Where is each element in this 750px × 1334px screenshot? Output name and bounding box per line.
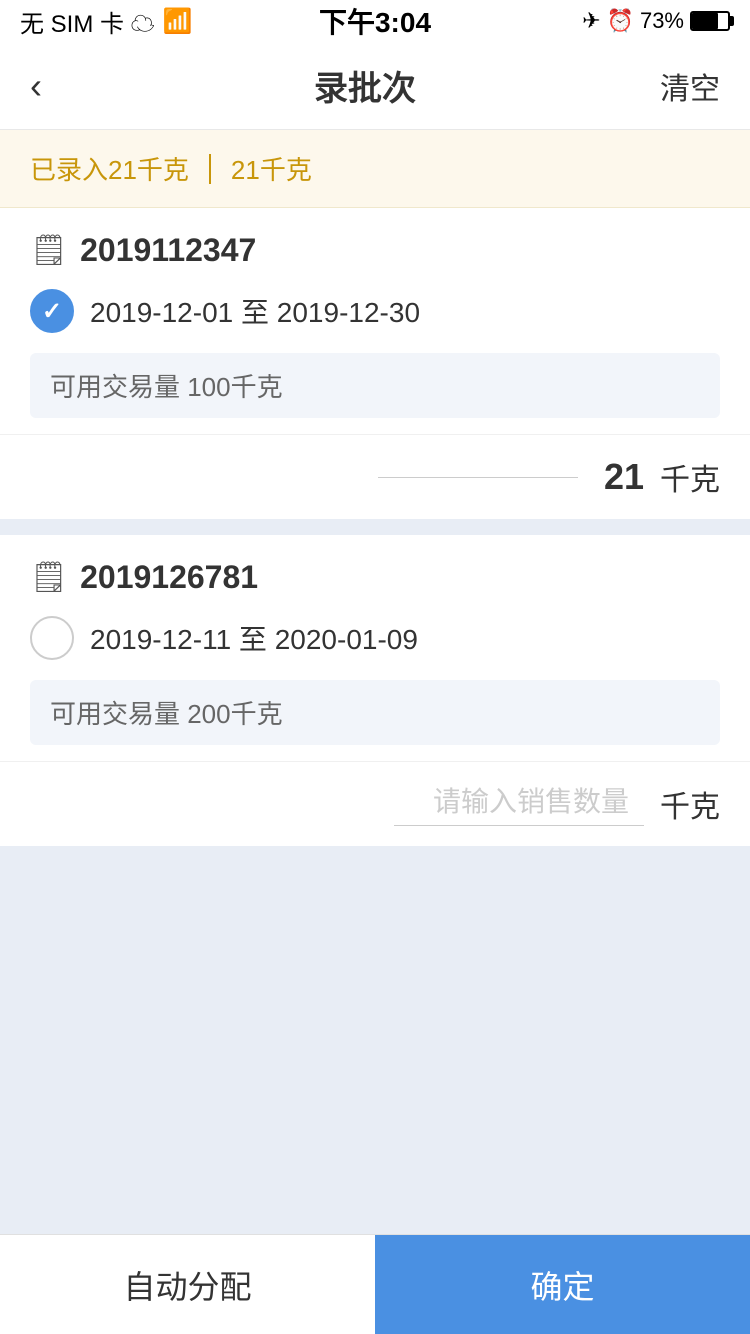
batch-doc-icon-1: 🗒 [30,233,68,268]
sales-quantity-input[interactable] [394,782,644,826]
batch-1-available-text: 可用交易量 100千克 [50,372,283,402]
batch-card-2: 🗒 2019126781 2019-12-11 至 2020-01-09 可用交… [0,535,750,846]
batch-1-available: 可用交易量 100千克 [30,353,720,418]
batch-2-id: 2019126781 [80,559,258,596]
location-icon: ✈ [582,8,600,34]
amount-label: 21千克 [231,150,312,187]
status-bar: 无 SIM 卡 ☁ 📶 下午3:04 ✈ ⏰ 73% [0,0,750,42]
no-sim-text: 无 SIM 卡 ☁ [20,4,155,39]
wifi-icon: 📶 [163,7,193,36]
batch-1-date-row[interactable]: ✓ 2019-12-01 至 2019-12-30 [0,279,750,343]
info-banner: 已录入21千克 21千克 [0,130,750,208]
batch-2-input-row[interactable]: 千克 [0,761,750,846]
status-left: 无 SIM 卡 ☁ 📶 [20,4,193,39]
battery-icon [690,11,730,31]
status-time: 下午3:04 [319,1,431,41]
batch-2-date-row[interactable]: 2019-12-11 至 2020-01-09 [0,606,750,670]
nav-bar: ‹ 录批次 清空 [0,42,750,130]
info-divider [209,154,211,184]
batch-2-unit: 千克 [660,782,720,826]
batch-1-quantity-value: 21 [604,456,644,498]
battery-percent: 73% [640,8,684,34]
status-right: ✈ ⏰ 73% [582,8,730,34]
batch-2-radio[interactable] [30,616,74,660]
main-content: 已录入21千克 21千克 🗒 2019112347 ✓ 2019-12-01 至… [0,130,750,1234]
page-title: 录批次 [314,61,416,110]
batch-2-header: 🗒 2019126781 [0,535,750,606]
quantity-underline [378,477,578,478]
empty-spacer [0,846,750,1234]
batch-2-date: 2019-12-11 至 2020-01-09 [90,618,418,658]
batch-1-id: 2019112347 [80,232,256,269]
batch-1-quantity-unit: 千克 [660,455,720,499]
alarm-icon: ⏰ [607,8,634,34]
section-separator [0,519,750,535]
batch-1-date: 2019-12-01 至 2019-12-30 [90,291,420,331]
recorded-amount-label: 已录入21千克 [30,150,189,187]
back-button[interactable]: ‹ [30,65,90,107]
batch-doc-icon-2: 🗒 [30,560,68,595]
batch-card-1: 🗒 2019112347 ✓ 2019-12-01 至 2019-12-30 可… [0,208,750,519]
batch-1-quantity-row: 21 千克 [0,434,750,519]
batch-1-header: 🗒 2019112347 [0,208,750,279]
battery-fill [692,13,718,29]
auto-distribute-button[interactable]: 自动分配 [0,1235,375,1334]
bottom-actions: 自动分配 确定 [0,1234,750,1334]
clear-button[interactable]: 清空 [640,64,720,108]
check-mark-1: ✓ [42,297,62,326]
batch-2-available-text: 可用交易量 200千克 [50,699,283,729]
confirm-button[interactable]: 确定 [375,1235,750,1334]
batch-1-radio[interactable]: ✓ [30,289,74,333]
batch-2-available: 可用交易量 200千克 [30,680,720,745]
